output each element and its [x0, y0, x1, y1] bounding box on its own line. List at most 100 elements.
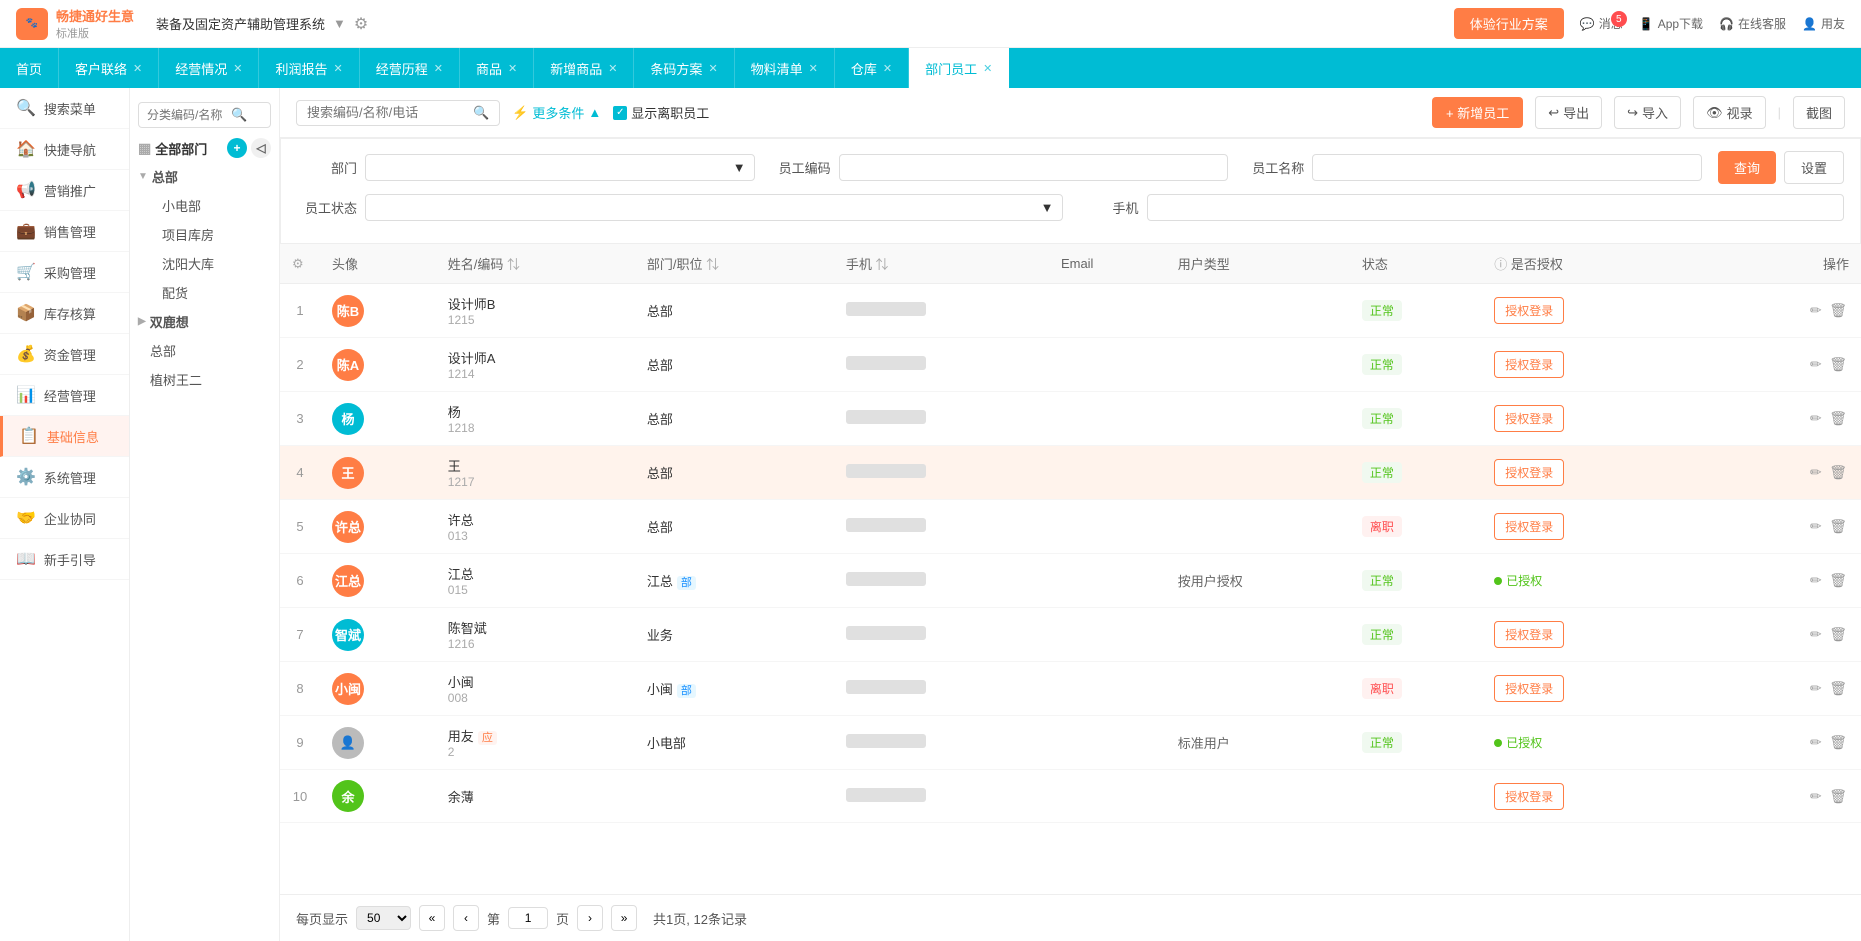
nav-tab-首页[interactable]: 首页: [0, 48, 59, 88]
emp-code-input[interactable]: [839, 154, 1229, 181]
nav-tab-客户联络[interactable]: 客户联络✕: [59, 48, 159, 88]
delete-btn[interactable]: 🗑: [1827, 408, 1849, 429]
edit-btn[interactable]: ✏: [1808, 516, 1824, 537]
auth-btn[interactable]: 授权登录: [1494, 675, 1564, 702]
delete-btn[interactable]: 🗑: [1827, 354, 1849, 375]
prev-page-btn[interactable]: ‹: [453, 905, 479, 931]
edit-btn[interactable]: ✏: [1808, 354, 1824, 375]
sidebar-item-资金管理[interactable]: 💰资金管理: [0, 334, 129, 375]
delete-btn[interactable]: 🗑: [1827, 516, 1849, 537]
dept-select[interactable]: ▼: [365, 154, 755, 181]
emp-status-select[interactable]: ▼: [365, 194, 1063, 221]
tab-close-icon[interactable]: ✕: [233, 62, 242, 75]
search-box[interactable]: 🔍: [296, 100, 500, 126]
tab-close-icon[interactable]: ✕: [708, 62, 717, 75]
nav-tab-经营历程[interactable]: 经营历程✕: [360, 48, 460, 88]
edit-btn[interactable]: ✏: [1808, 462, 1824, 483]
page-size-select[interactable]: 50 100 200: [356, 906, 411, 930]
app-download-btn[interactable]: 📱 App下载: [1639, 15, 1703, 32]
sidebar-item-经营管理[interactable]: 📊经营管理: [0, 375, 129, 416]
show-inactive-checkbox[interactable]: ✓ 显示离职员工: [613, 103, 709, 122]
sidebar-item-基础信息[interactable]: 📋基础信息: [0, 416, 129, 457]
th-name[interactable]: 姓名/编码 ⇅: [436, 244, 635, 284]
nav-tab-条码方案[interactable]: 条码方案✕: [634, 48, 734, 88]
auth-btn[interactable]: 授权登录: [1494, 459, 1564, 486]
search-input[interactable]: [307, 105, 467, 120]
page-input[interactable]: [508, 907, 548, 929]
tab-close-icon[interactable]: ✕: [334, 62, 343, 75]
dept-item-xmkf[interactable]: 项目库房: [130, 220, 279, 249]
user-btn[interactable]: 👤 用友: [1802, 15, 1845, 32]
dept-group-zb[interactable]: ▼ 总部: [130, 162, 279, 191]
delete-btn[interactable]: 🗑: [1827, 678, 1849, 699]
auth-btn[interactable]: 授权登录: [1494, 351, 1564, 378]
delete-btn[interactable]: 🗑: [1827, 624, 1849, 645]
last-page-btn[interactable]: »: [611, 905, 637, 931]
dept-item-sydk[interactable]: 沈阳大库: [130, 249, 279, 278]
settings-icon[interactable]: ⚙: [354, 14, 368, 34]
auth-btn[interactable]: 授权登录: [1494, 621, 1564, 648]
delete-btn[interactable]: 🗑: [1827, 570, 1849, 591]
online-service-btn[interactable]: 🎧 在线客服: [1719, 15, 1786, 32]
phone-input[interactable]: [1147, 194, 1845, 221]
tab-close-icon[interactable]: ✕: [434, 62, 443, 75]
auth-btn[interactable]: 授权登录: [1494, 405, 1564, 432]
dept-search-input[interactable]: [147, 108, 227, 122]
sidebar-item-销售管理[interactable]: 💼销售管理: [0, 211, 129, 252]
table-settings-icon[interactable]: ⚙: [292, 256, 304, 271]
delete-btn[interactable]: 🗑: [1827, 732, 1849, 753]
nav-tab-经营情况[interactable]: 经营情况✕: [159, 48, 259, 88]
edit-btn[interactable]: ✏: [1808, 786, 1824, 807]
sidebar-item-搜索菜单[interactable]: 🔍搜索菜单: [0, 88, 129, 129]
tab-close-icon[interactable]: ✕: [133, 62, 142, 75]
more-btn[interactable]: 截图: [1793, 96, 1845, 129]
edit-btn[interactable]: ✏: [1808, 678, 1824, 699]
nav-tab-仓库[interactable]: 仓库✕: [835, 48, 909, 88]
delete-btn[interactable]: 🗑: [1827, 300, 1849, 321]
tab-close-icon[interactable]: ✕: [608, 62, 617, 75]
dept-group-sl[interactable]: ▶ 双鹿想: [130, 307, 279, 336]
nav-tab-利润报告[interactable]: 利润报告✕: [259, 48, 359, 88]
filter-setting-btn[interactable]: 设置: [1784, 151, 1844, 184]
dept-item-zswz[interactable]: 植树王二: [130, 365, 279, 394]
search-icon[interactable]: 🔍: [473, 105, 489, 121]
sidebar-item-企业协同[interactable]: 🤝企业协同: [0, 498, 129, 539]
tab-close-icon[interactable]: ✕: [983, 62, 992, 75]
nav-tab-物料清单[interactable]: 物料清单✕: [735, 48, 835, 88]
sidebar-item-系统管理[interactable]: ⚙️系统管理: [0, 457, 129, 498]
export-btn[interactable]: ↩ 导出: [1535, 96, 1602, 129]
tab-close-icon[interactable]: ✕: [508, 62, 517, 75]
tab-close-icon[interactable]: ✕: [809, 62, 818, 75]
edit-btn[interactable]: ✏: [1808, 300, 1824, 321]
th-phone[interactable]: 手机 ⇅: [834, 244, 1049, 284]
dept-item-zb2[interactable]: 总部: [130, 336, 279, 365]
auth-btn[interactable]: 授权登录: [1494, 297, 1564, 324]
th-dept[interactable]: 部门/职位 ⇅: [635, 244, 834, 284]
message-btn[interactable]: 💬 消息 5: [1580, 15, 1623, 32]
dept-search-box[interactable]: 🔍: [138, 102, 271, 128]
query-btn[interactable]: 查询: [1718, 151, 1776, 184]
sidebar-item-营销推广[interactable]: 📢营销推广: [0, 170, 129, 211]
delete-btn[interactable]: 🗑: [1827, 462, 1849, 483]
nav-tab-商品[interactable]: 商品✕: [460, 48, 534, 88]
sidebar-item-新手引导[interactable]: 📖新手引导: [0, 539, 129, 580]
sidebar-item-快捷导航[interactable]: 🏠快捷导航: [0, 129, 129, 170]
edit-btn[interactable]: ✏: [1808, 732, 1824, 753]
auth-btn[interactable]: 授权登录: [1494, 783, 1564, 810]
dept-item-ph[interactable]: 配货: [130, 278, 279, 307]
add-employee-btn[interactable]: + 新增员工: [1432, 97, 1523, 128]
edit-btn[interactable]: ✏: [1808, 570, 1824, 591]
more-conditions-btn[interactable]: ⚡ 更多条件 ▲: [512, 103, 601, 122]
view-btn[interactable]: 👁 视录: [1693, 96, 1766, 129]
sidebar-item-采购管理[interactable]: 🛒采购管理: [0, 252, 129, 293]
nav-tab-部门员工[interactable]: 部门员工✕: [909, 48, 1009, 88]
auth-btn[interactable]: 授权登录: [1494, 513, 1564, 540]
emp-name-input[interactable]: [1312, 154, 1702, 181]
trial-button[interactable]: 体验行业方案: [1454, 8, 1564, 39]
dept-item-xdb[interactable]: 小电部: [130, 191, 279, 220]
next-page-btn[interactable]: ›: [577, 905, 603, 931]
title-chevron[interactable]: ▼: [333, 16, 346, 31]
import-btn[interactable]: ↪ 导入: [1614, 96, 1681, 129]
dept-collapse-icon[interactable]: ◁: [251, 138, 271, 158]
nav-tab-新增商品[interactable]: 新增商品✕: [534, 48, 634, 88]
